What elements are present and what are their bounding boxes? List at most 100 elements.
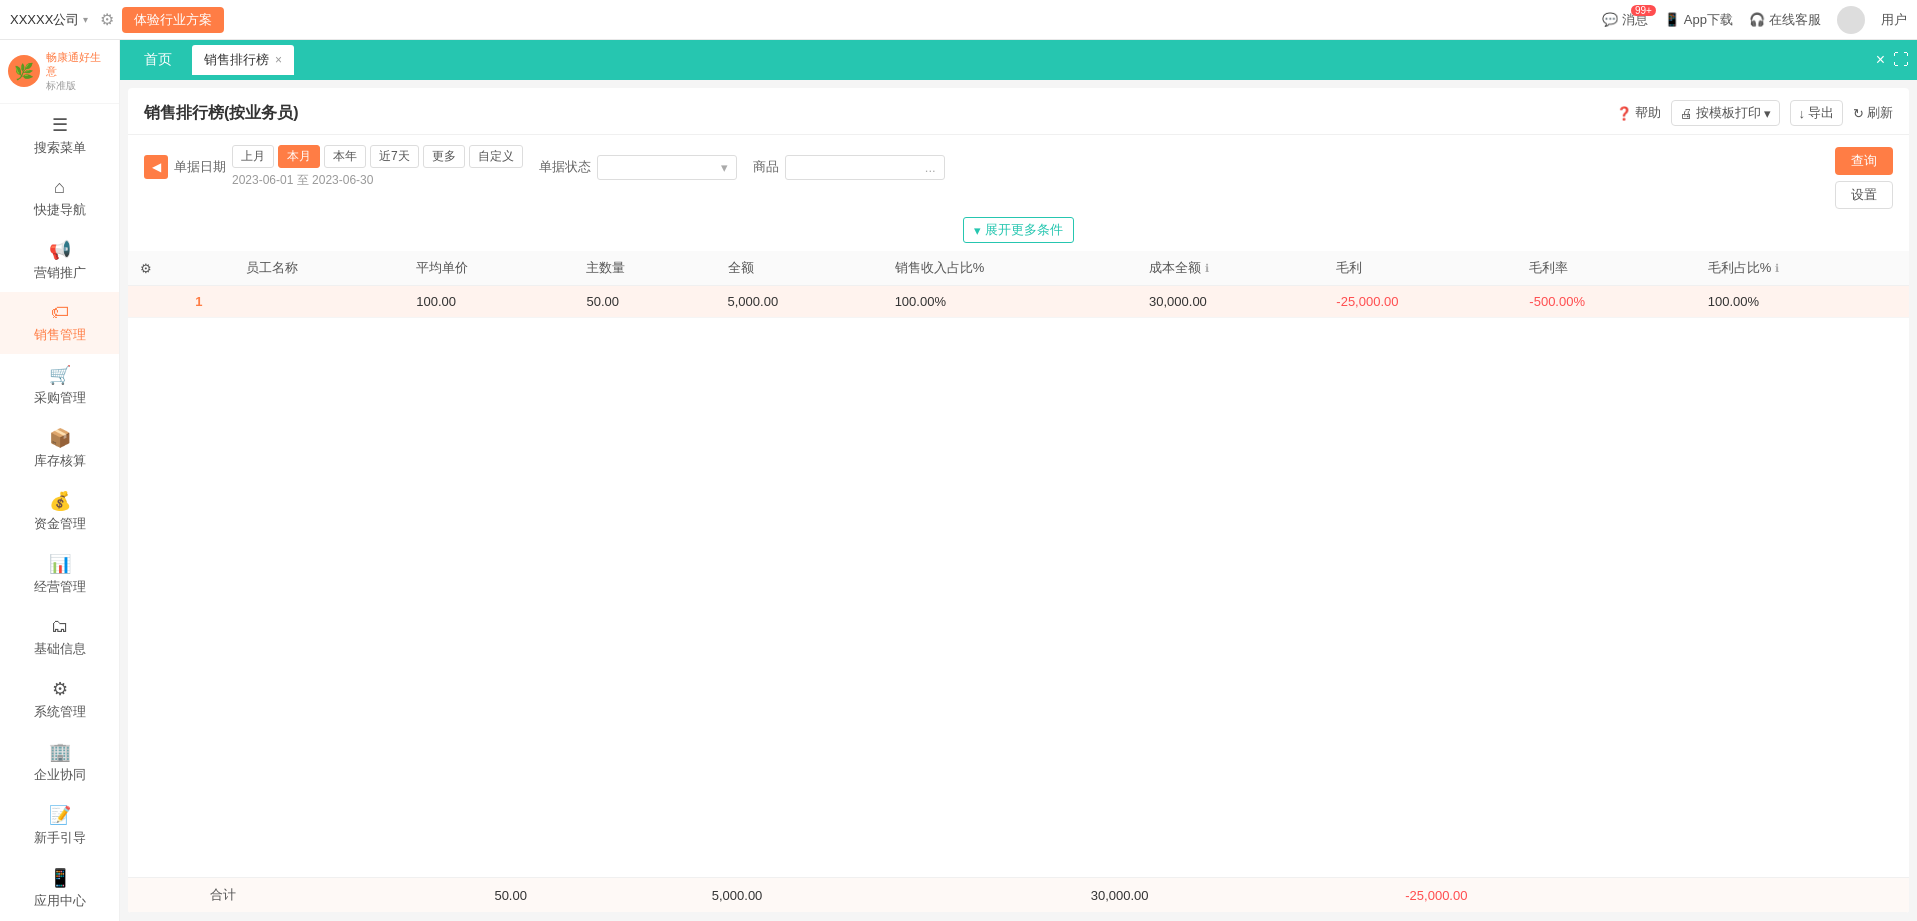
online-service-item[interactable]: 🎧 在线客服 (1749, 11, 1821, 29)
date-range-text: 2023-06-01 至 2023-06-30 (232, 172, 523, 189)
tab-sales-ranking[interactable]: 销售排行榜 × (192, 45, 294, 75)
table-footer: 合计 50.00 5,000.00 30,000.00 -25,000.00 (128, 877, 1909, 913)
col-gross-pct: 毛利占比% ℹ (1696, 251, 1909, 286)
message-item[interactable]: 💬 消息 99+ (1602, 11, 1648, 29)
sidebar-item-basic-info[interactable]: 🗂 基础信息 (0, 606, 119, 668)
settings-button[interactable]: 设置 (1835, 181, 1893, 209)
sidebar-label-finance: 资金管理 (34, 515, 86, 533)
maximize-icon[interactable]: ⛶ (1893, 51, 1909, 69)
sidebar-label-operations: 经营管理 (34, 578, 86, 596)
sidebar-item-inventory[interactable]: 📦 库存核算 (0, 417, 119, 480)
operations-icon: 📊 (49, 553, 71, 575)
page-title: 销售排行榜(按业务员) (144, 103, 299, 124)
table-row: 1 100.00 50.00 5,000.00 100.00% 30,000.0… (128, 286, 1909, 318)
tab-home[interactable]: 首页 (128, 45, 188, 75)
status-filter-label: 单据状态 (539, 158, 591, 176)
sidebar-label-app-center: 应用中心 (34, 892, 86, 910)
date-btn-custom[interactable]: 自定义 (469, 145, 523, 168)
page-header: 销售排行榜(按业务员) ❓ 帮助 🖨 按模板打印 ▾ ↓ 导出 (128, 88, 1909, 135)
col-settings: ⚙ (128, 251, 164, 286)
cell-cost: 30,000.00 (1137, 286, 1324, 318)
sidebar-item-search-order[interactable]: ☰ 搜索菜单 (0, 104, 119, 167)
col-avg-price: 平均单价 (404, 251, 574, 286)
sidebar-item-operations[interactable]: 📊 经营管理 (0, 543, 119, 606)
app-download-label: App下载 (1684, 11, 1733, 29)
sidebar-item-app-center[interactable]: 📱 应用中心 (0, 857, 119, 920)
sales-mgmt-icon: 🏷 (51, 302, 69, 323)
expand-button[interactable]: ▾ 展开更多条件 (963, 217, 1074, 243)
col-quantity: 主数量 (574, 251, 715, 286)
sidebar-item-purchase-mgmt[interactable]: 🛒 采购管理 (0, 354, 119, 417)
query-button[interactable]: 查询 (1835, 147, 1893, 175)
help-button[interactable]: ❓ 帮助 (1616, 104, 1661, 122)
print-button[interactable]: 🖨 按模板打印 ▾ (1671, 100, 1780, 126)
sidebar-logo: 🌿 畅康通好生意 标准版 (0, 40, 119, 104)
tab-close-icon[interactable]: × (275, 53, 282, 67)
tab-bar: 首页 销售排行榜 × × ⛶ (120, 40, 1917, 80)
col-rank (164, 251, 234, 286)
minimize-icon[interactable]: × (1876, 51, 1885, 69)
column-settings-icon[interactable]: ⚙ (140, 261, 152, 276)
app-download-icon: 📱 (1664, 12, 1680, 27)
expand-label: 展开更多条件 (985, 221, 1063, 239)
col-gross-rate: 毛利率 (1517, 251, 1695, 286)
date-btn-this-year[interactable]: 本年 (324, 145, 366, 168)
table-header-row: ⚙ 员工名称 平均单价 主数量 全额 销售收入占比% 成本全额 ℹ 毛利 (128, 251, 1909, 286)
footer-label: 合计 (198, 878, 390, 913)
sidebar-label-system-mgmt: 系统管理 (34, 703, 86, 721)
collapse-icon: ◀ (152, 160, 161, 174)
sidebar-label-quick-nav: 快捷导航 (34, 201, 86, 219)
sidebar-item-finance[interactable]: 💰 资金管理 (0, 480, 119, 543)
sidebar-item-marketing[interactable]: 📢 营销推广 (0, 229, 119, 292)
sidebar-item-sales-mgmt[interactable]: 🏷 销售管理 (0, 292, 119, 354)
col-name: 员工名称 (234, 251, 404, 286)
cost-info-icon: ℹ (1205, 262, 1209, 274)
date-btn-7days[interactable]: 近7天 (370, 145, 419, 168)
app-download-item[interactable]: 📱 App下载 (1664, 11, 1733, 29)
footer-gross: -25,000.00 (1393, 878, 1724, 913)
logo-icon: 🌿 (8, 55, 40, 87)
status-filter-group: 单据状态 ▾ (539, 155, 737, 180)
refresh-button[interactable]: ↻ 刷新 (1853, 104, 1893, 122)
footer-sales-pct (986, 878, 1078, 913)
sidebar-item-enterprise[interactable]: 🏢 企业协同 (0, 731, 119, 794)
gross-pct-info-icon: ℹ (1775, 262, 1779, 274)
goods-ellipsis-icon[interactable]: ... (925, 160, 936, 175)
status-chevron-icon: ▾ (721, 160, 728, 175)
filter-main-row: ◀ 单据日期 上月 本月 本年 近7天 更多 自定义 (128, 135, 1909, 213)
app-center-icon: 📱 (49, 867, 71, 889)
cell-gross-rate: -500.00% (1517, 286, 1695, 318)
collapse-filter-btn[interactable]: ◀ (144, 155, 168, 179)
enterprise-icon: 🏢 (49, 741, 71, 763)
trial-button[interactable]: 体验行业方案 (122, 7, 224, 33)
status-select[interactable]: ▾ (597, 155, 737, 180)
date-btn-last-month[interactable]: 上月 (232, 145, 274, 168)
sidebar-label-enterprise: 企业协同 (34, 766, 86, 784)
data-table: ⚙ 员工名称 平均单价 主数量 全额 销售收入占比% 成本全额 ℹ 毛利 (128, 251, 1909, 318)
username: 用户 (1881, 11, 1907, 29)
export-button[interactable]: ↓ 导出 (1790, 100, 1844, 126)
cell-rank: 1 (164, 286, 234, 318)
goods-filter-group: 商品 ... (753, 155, 945, 180)
sidebar-item-system-mgmt[interactable]: ⚙ 系统管理 (0, 668, 119, 731)
cell-avg-price: 100.00 (404, 286, 574, 318)
chevron-down-expand-icon: ▾ (974, 223, 981, 238)
company-selector[interactable]: XXXXX公司 ▾ (10, 11, 88, 29)
goods-input[interactable]: ... (785, 155, 945, 180)
sidebar-item-quick-nav[interactable]: ⌂ 快捷导航 (0, 167, 119, 229)
system-mgmt-icon: ⚙ (52, 678, 68, 700)
settings-icon[interactable]: ⚙ (100, 10, 114, 29)
footer-gross-rate (1724, 878, 1816, 913)
footer-quantity: 50.00 (482, 878, 699, 913)
message-icon: 💬 (1602, 12, 1618, 27)
avatar[interactable] (1837, 6, 1865, 34)
quick-nav-icon: ⌂ (54, 177, 65, 198)
date-btn-this-month[interactable]: 本月 (278, 145, 320, 168)
basic-info-icon: 🗂 (51, 616, 69, 637)
footer-table: 合计 50.00 5,000.00 30,000.00 -25,000.00 (128, 878, 1909, 913)
search-order-icon: ☰ (52, 114, 68, 136)
refresh-icon: ↻ (1853, 106, 1864, 121)
sidebar-item-guide[interactable]: 📝 新手引导 (0, 794, 119, 857)
top-bar: XXXXX公司 ▾ ⚙ 体验行业方案 💬 消息 99+ 📱 App下载 🎧 在线… (0, 0, 1917, 40)
date-btn-more[interactable]: 更多 (423, 145, 465, 168)
